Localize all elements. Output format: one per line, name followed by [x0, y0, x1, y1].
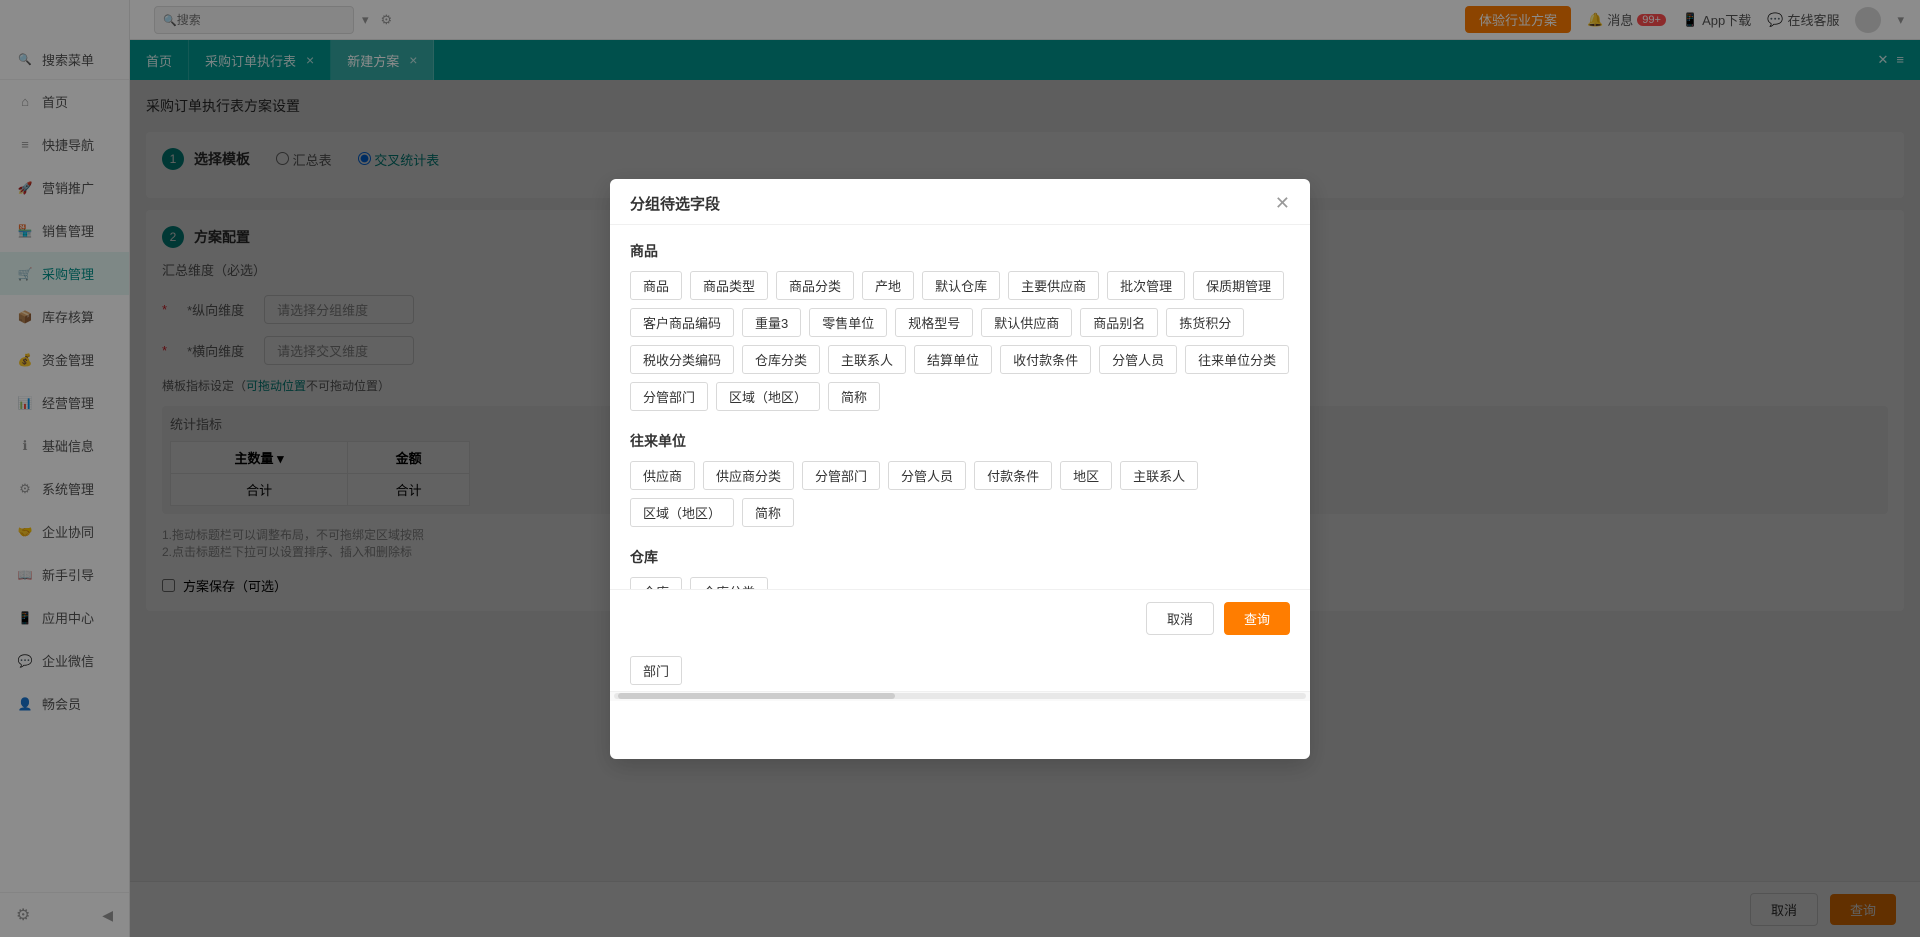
field-tag-contact[interactable]: 主联系人	[1120, 461, 1198, 490]
modal-header: 分组待选字段	[610, 179, 1310, 225]
field-tag-person2[interactable]: 分管人员	[888, 461, 966, 490]
field-tag-main-supplier[interactable]: 主要供应商	[1008, 271, 1099, 300]
field-tag-main-contact[interactable]: 主联系人	[828, 345, 906, 374]
product-fields: 商品 商品类型 商品分类 产地 默认仓库 主要供应商 批次管理 保质期管理 客户…	[630, 271, 1290, 411]
field-tag-default-supplier[interactable]: 默认供应商	[981, 308, 1072, 337]
modal-title: 分组待选字段	[630, 193, 720, 214]
field-tag-payment-terms[interactable]: 收付款条件	[1000, 345, 1091, 374]
modal-hscrollbar[interactable]	[610, 691, 1310, 701]
field-tag-retail-unit[interactable]: 零售单位	[809, 308, 887, 337]
field-tag-customer-code[interactable]: 客户商品编码	[630, 308, 734, 337]
field-tag-pick-points[interactable]: 拣货积分	[1166, 308, 1244, 337]
section-warehouse-title: 仓库	[630, 547, 1290, 567]
section-partner: 往来单位 供应商 供应商分类 分管部门 分管人员 付款条件 地区 主联系人 区域…	[630, 431, 1290, 527]
field-tag-region[interactable]: 地区	[1060, 461, 1112, 490]
field-tag-dept2[interactable]: 分管部门	[802, 461, 880, 490]
field-tag-supplier-cat[interactable]: 供应商分类	[703, 461, 794, 490]
confirm-button[interactable]: 查询	[1224, 602, 1290, 635]
field-tag-region-product[interactable]: 区域（地区）	[716, 382, 820, 411]
section-product: 商品 商品 商品类型 商品分类 产地 默认仓库 主要供应商 批次管理 保质期管理…	[630, 241, 1290, 411]
section-partner-title: 往来单位	[630, 431, 1290, 451]
field-tag-product-alias[interactable]: 商品别名	[1080, 308, 1158, 337]
field-tag-weight3[interactable]: 重量3	[742, 308, 801, 337]
field-tag-default-warehouse[interactable]: 默认仓库	[922, 271, 1000, 300]
field-tag-expiry-mgmt[interactable]: 保质期管理	[1193, 271, 1284, 300]
field-tag-batch-mgmt[interactable]: 批次管理	[1107, 271, 1185, 300]
field-tag-settlement-unit[interactable]: 结算单位	[914, 345, 992, 374]
field-tag-dept-manager[interactable]: 分管人员	[1099, 345, 1177, 374]
field-tag-partner-cat[interactable]: 往来单位分类	[1185, 345, 1289, 374]
field-tag-tax-code[interactable]: 税收分类编码	[630, 345, 734, 374]
field-tag-supplier[interactable]: 供应商	[630, 461, 695, 490]
field-tag-product[interactable]: 商品	[630, 271, 682, 300]
section-product-title: 商品	[630, 241, 1290, 261]
field-tag-product-type[interactable]: 商品类型	[690, 271, 768, 300]
field-tag-product-category[interactable]: 商品分类	[776, 271, 854, 300]
field-tag-origin[interactable]: 产地	[862, 271, 914, 300]
field-tag-short2[interactable]: 简称	[742, 498, 794, 527]
partner-fields: 供应商 供应商分类 分管部门 分管人员 付款条件 地区 主联系人 区域（地区） …	[630, 461, 1290, 527]
field-select-modal: 分组待选字段 商品 商品 商品类型 商品分类 产地 默认仓库 主要供应商 批次管…	[610, 179, 1310, 759]
dept-fields: 部门	[630, 656, 1290, 685]
field-tag-short-name[interactable]: 简称	[828, 382, 880, 411]
modal-close-button[interactable]	[1275, 194, 1290, 212]
field-tag-dept[interactable]: 部门	[630, 656, 682, 685]
field-tag-warehouse-cat[interactable]: 仓库分类	[742, 345, 820, 374]
field-tag-spec-model[interactable]: 规格型号	[895, 308, 973, 337]
field-tag-region2[interactable]: 区域（地区）	[630, 498, 734, 527]
field-tag-payment-cond[interactable]: 付款条件	[974, 461, 1052, 490]
modal-footer: 取消 查询	[610, 589, 1310, 647]
field-tag-managing-dept[interactable]: 分管部门	[630, 382, 708, 411]
cancel-button[interactable]: 取消	[1146, 602, 1214, 635]
